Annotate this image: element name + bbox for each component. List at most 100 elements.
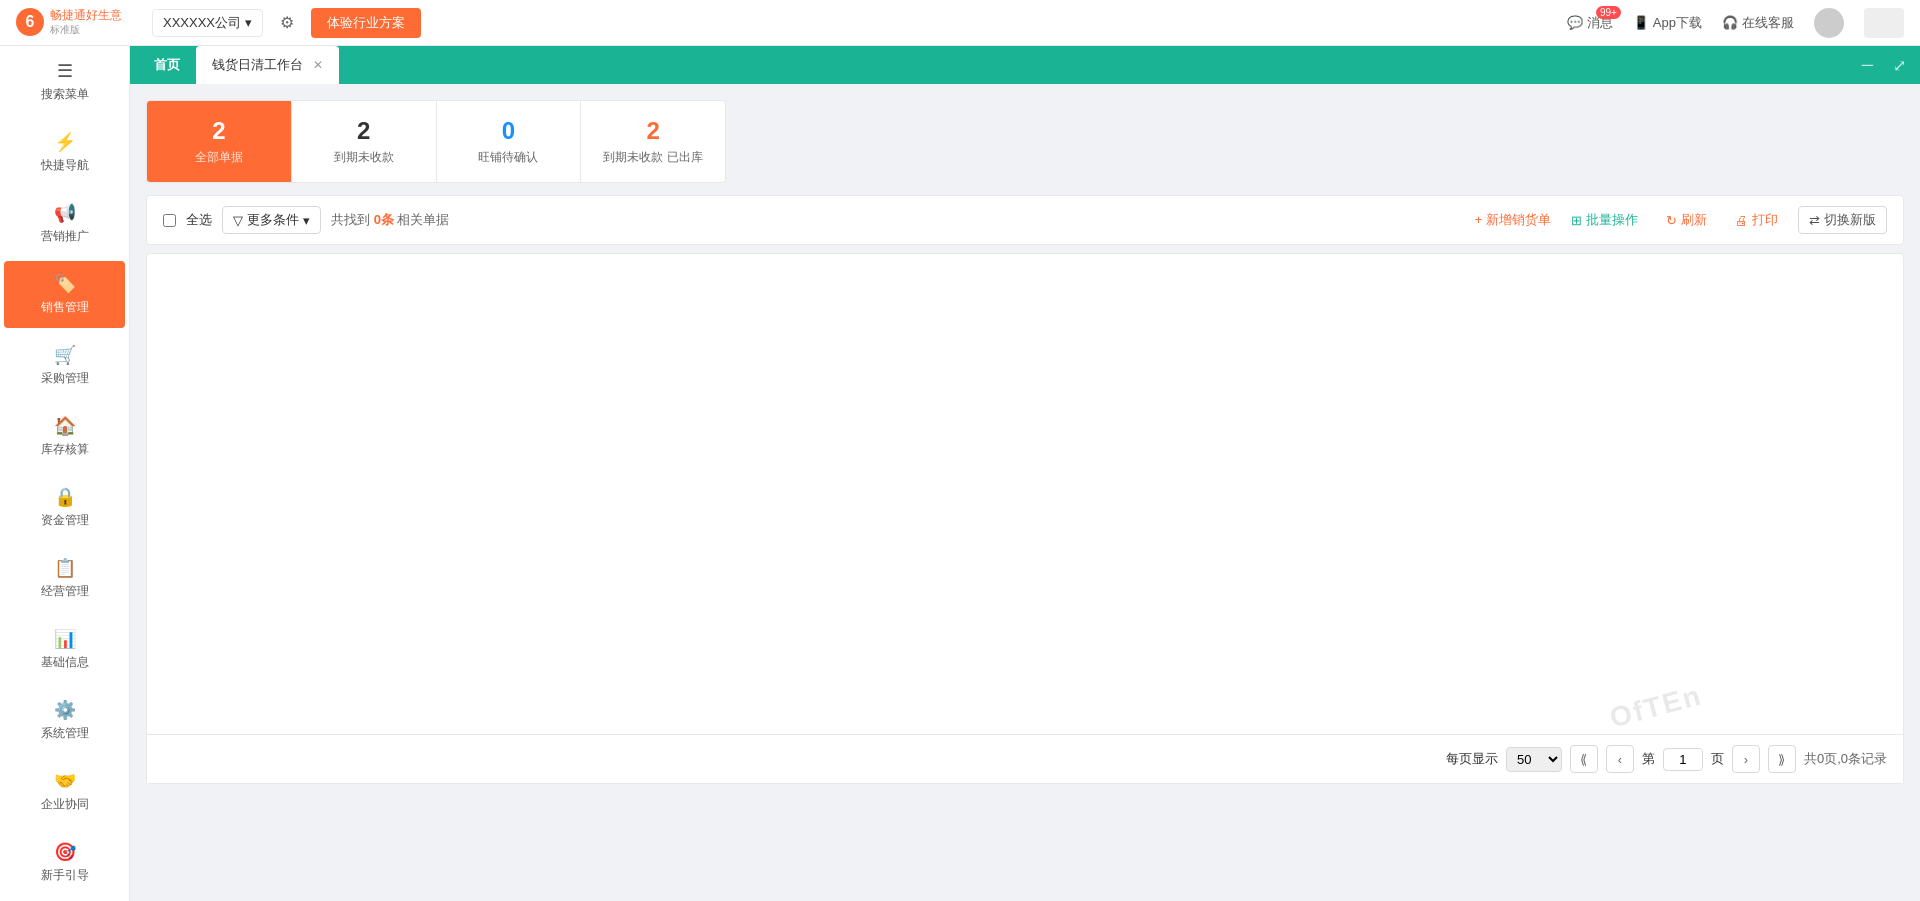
per-page-select[interactable]: 50 10 20 100	[1506, 747, 1562, 772]
logo-text: 畅捷通好生意	[50, 8, 122, 22]
finance-icon: 🔒	[54, 486, 76, 508]
next-page-btn[interactable]: ›	[1732, 745, 1760, 773]
stat-card-all[interactable]: 2 全部单据	[147, 101, 292, 182]
prev-page-btn[interactable]: ‹	[1606, 745, 1634, 773]
tab-home-label: 首页	[154, 56, 180, 74]
last-page-btn[interactable]: ⟫	[1768, 745, 1796, 773]
tab-maximize-btn[interactable]: ⤢	[1887, 54, 1912, 77]
filter-icon: ▽	[233, 213, 243, 228]
refresh-button[interactable]: ↻ 刷新	[1658, 207, 1715, 233]
new-sale-button[interactable]: + 新增销货单	[1475, 207, 1551, 233]
online-service-label: 在线客服	[1742, 14, 1794, 32]
header-right: 💬 消息 99+ 📱 App下载 🎧 在线客服	[1567, 8, 1904, 38]
app-icon: 📱	[1633, 15, 1649, 30]
sidebar-item-quick-nav[interactable]: ⚡ 快捷导航	[4, 119, 125, 186]
marketing-icon: 📢	[54, 202, 76, 224]
app-download-action[interactable]: 📱 App下载	[1633, 14, 1702, 32]
page-label: 第	[1642, 750, 1655, 768]
top-header: 6 畅捷通好生意 标准版 XXXXXX公司 ▾ ⚙ 体验行业方案 💬 消息 99…	[0, 0, 1920, 46]
stat-number-all: 2	[167, 117, 271, 145]
stat-card-overdue[interactable]: 2 到期未收款	[292, 101, 437, 182]
per-page-label: 每页显示	[1446, 750, 1498, 768]
print-label: 打印	[1752, 211, 1778, 229]
switch-label: 切换新版	[1824, 211, 1876, 229]
batch-operation-button[interactable]: ⊞ 批量操作	[1563, 207, 1646, 233]
print-button[interactable]: 🖨 打印	[1727, 207, 1786, 233]
chevron-down-icon: ▾	[303, 213, 310, 228]
stat-card-unshipped[interactable]: 2 到期未收款 已出库	[581, 101, 725, 182]
tab-workbench[interactable]: 钱货日清工作台 ✕	[196, 46, 339, 84]
select-all-label: 全选	[186, 211, 212, 229]
logo-area: 6 畅捷通好生意 标准版	[16, 8, 122, 36]
sidebar-item-label: 快捷导航	[41, 157, 89, 174]
page-input[interactable]	[1663, 748, 1703, 771]
switch-icon: ⇄	[1809, 213, 1820, 228]
sidebar-item-sales[interactable]: 🏷️ 销售管理	[4, 261, 125, 328]
purchase-icon: 🛒	[54, 344, 76, 366]
stat-label-wangpu: 旺铺待确认	[457, 149, 561, 166]
table-body	[147, 254, 1903, 734]
avatar[interactable]	[1814, 8, 1844, 38]
result-suffix: 相关单据	[397, 212, 449, 227]
refresh-icon: ↻	[1666, 213, 1677, 228]
cooperation-icon: 🤝	[54, 770, 76, 792]
sidebar-item-cooperation[interactable]: 🤝 企业协同	[4, 758, 125, 825]
sidebar-item-label: 经营管理	[41, 583, 89, 600]
company-selector[interactable]: XXXXXX公司 ▾	[152, 9, 263, 37]
tab-home[interactable]: 首页	[138, 46, 196, 84]
tab-minimize-btn[interactable]: ─	[1856, 54, 1879, 77]
stat-card-wangpu[interactable]: 0 旺铺待确认	[437, 101, 582, 182]
stat-number-overdue: 2	[312, 117, 416, 145]
stat-label-unshipped: 到期未收款 已出库	[601, 149, 705, 166]
sidebar: ☰ 搜索菜单 ⚡ 快捷导航 📢 营销推广 🏷️ 销售管理 🛒 采购管理 🏠 库存…	[0, 46, 130, 901]
result-text: 共找到 0条 相关单据	[331, 211, 449, 229]
first-page-btn[interactable]: ⟪	[1570, 745, 1598, 773]
sidebar-item-search-menu[interactable]: ☰ 搜索菜单	[4, 48, 125, 115]
settings-icon[interactable]: ⚙	[273, 9, 301, 37]
tab-close-icon[interactable]: ✕	[313, 58, 323, 72]
tab-bar-actions: ─ ⤢	[1856, 54, 1912, 77]
logo-icon: 6	[16, 8, 44, 36]
app-download-label: App下载	[1653, 14, 1702, 32]
sidebar-item-guide[interactable]: 🎯 新手引导	[4, 829, 125, 896]
table-area: OfTEn 每页显示 50 10 20 100 ⟪ ‹ 第 页 › ⟫ 共0页,…	[146, 253, 1904, 784]
sidebar-item-system[interactable]: ⚙️ 系统管理	[4, 687, 125, 754]
trial-button[interactable]: 体验行业方案	[311, 8, 421, 38]
search-menu-icon: ☰	[57, 60, 73, 82]
sidebar-item-finance[interactable]: 🔒 资金管理	[4, 474, 125, 541]
toolbar: 全选 ▽ 更多条件 ▾ 共找到 0条 相关单据 + 新增销货单 ⊞ 批量操作 ↻…	[146, 195, 1904, 245]
sidebar-item-label: 新手引导	[41, 867, 89, 884]
sidebar-item-label: 系统管理	[41, 725, 89, 742]
system-icon: ⚙️	[54, 699, 76, 721]
switch-new-version-button[interactable]: ⇄ 切换新版	[1798, 206, 1887, 234]
sidebar-item-label: 搜索菜单	[41, 86, 89, 103]
sidebar-item-purchase[interactable]: 🛒 采购管理	[4, 332, 125, 399]
service-icon: 🎧	[1722, 15, 1738, 30]
print-icon: 🖨	[1735, 213, 1748, 228]
filter-button[interactable]: ▽ 更多条件 ▾	[222, 206, 321, 234]
sales-icon: 🏷️	[54, 273, 76, 295]
guide-icon: 🎯	[54, 841, 76, 863]
dropdown-icon: ▾	[245, 15, 252, 30]
stat-label-all: 全部单据	[167, 149, 271, 166]
sidebar-item-inventory[interactable]: 🏠 库存核算	[4, 403, 125, 470]
batch-label: 批量操作	[1586, 211, 1638, 229]
result-prefix: 共找到	[331, 212, 370, 227]
message-badge: 99+	[1596, 6, 1621, 19]
sidebar-item-marketing[interactable]: 📢 营销推广	[4, 190, 125, 257]
total-info: 共0页,0条记录	[1804, 750, 1887, 768]
stat-number-wangpu: 0	[457, 117, 561, 145]
logo-badge: 标准版	[50, 23, 122, 37]
logo-text-area: 畅捷通好生意 标准版	[50, 8, 122, 36]
toolbar-left: 全选 ▽ 更多条件 ▾ 共找到 0条 相关单据	[163, 206, 1463, 234]
sidebar-item-operations[interactable]: 📋 经营管理	[4, 545, 125, 612]
filter-label: 更多条件	[247, 211, 299, 229]
online-service-action[interactable]: 🎧 在线客服	[1722, 14, 1794, 32]
select-all-checkbox[interactable]	[163, 214, 176, 227]
tab-workbench-label: 钱货日清工作台	[212, 56, 303, 74]
sidebar-item-basic-info[interactable]: 📊 基础信息	[4, 616, 125, 683]
avatar-extra[interactable]	[1864, 8, 1904, 38]
page-suffix: 页	[1711, 750, 1724, 768]
sidebar-item-label: 采购管理	[41, 370, 89, 387]
message-action[interactable]: 💬 消息 99+	[1567, 14, 1613, 32]
